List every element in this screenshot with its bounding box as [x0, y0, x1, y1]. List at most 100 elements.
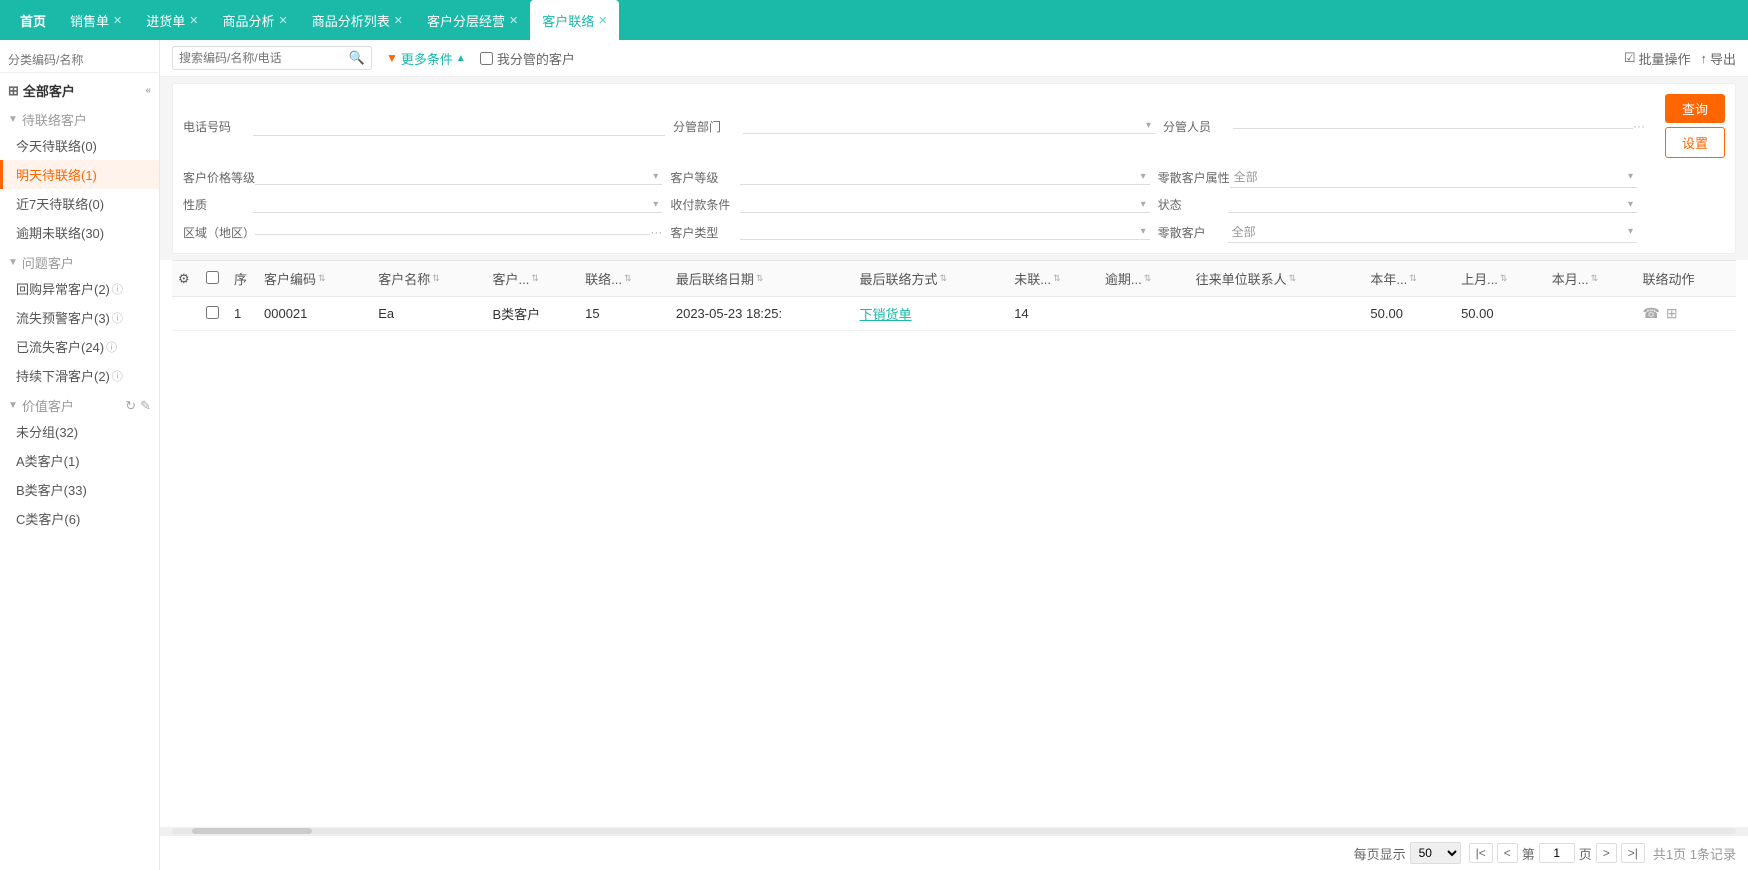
filter-person-select[interactable] [1233, 124, 1633, 129]
grid-icon: ⊞ [8, 83, 19, 99]
th-name[interactable]: 客户名称 ⇅ [372, 261, 486, 297]
edit-icon[interactable]: ✎ [140, 398, 151, 414]
nav-tab-purchase[interactable]: 进货单 ✕ [134, 0, 210, 40]
filter-row-2: 客户价格等级 ▾ 客户等级 ▾ 零散客户属性 全部 [183, 166, 1725, 188]
th-code[interactable]: 客户编码 ⇅ [258, 261, 372, 297]
sidebar-item-7days[interactable]: 近7天待联络(0) [0, 189, 159, 218]
sidebar-item-b-class[interactable]: B类客户(33) [0, 475, 159, 504]
nav-home[interactable]: 首页 [8, 0, 58, 40]
sort-icon-code: ⇅ [318, 273, 326, 284]
chevron-down-icon: ▾ [1141, 171, 1146, 182]
filter-dept-select[interactable]: ▾ [743, 118, 1155, 134]
th-last-date[interactable]: 最后联络日期 ⇅ [670, 261, 854, 297]
chevron-down-icon: ▾ [1141, 226, 1146, 237]
th-this-month[interactable]: 本月... ⇅ [1546, 261, 1637, 297]
nav-tab-sales[interactable]: 销售单 ✕ [58, 0, 134, 40]
reset-button[interactable]: 设置 [1665, 127, 1725, 158]
filter-retail-customer-select[interactable]: 全部 ▾ [1228, 221, 1637, 243]
batch-operation-btn[interactable]: ☑ 批量操作 [1624, 49, 1691, 68]
filter-phone-label: 电话号码 [183, 118, 253, 135]
filter-price-level-select[interactable]: ▾ [255, 169, 662, 185]
filter-retail-attr-select[interactable]: 全部 ▾ [1230, 166, 1637, 188]
search-icon[interactable]: 🔍 [349, 50, 365, 66]
th-action: 联络动作 [1636, 261, 1736, 297]
td-unreached: 14 [1008, 297, 1099, 331]
td-contact-count: 15 [579, 297, 670, 331]
row-checkbox[interactable] [206, 306, 219, 319]
filter-payment-select[interactable]: ▾ [740, 197, 1149, 213]
th-last-month[interactable]: 上月... ⇅ [1455, 261, 1546, 297]
sidebar-item-tomorrow[interactable]: 明天待联络(1) [0, 160, 159, 189]
sidebar-item-ungrouped[interactable]: 未分组(32) [0, 417, 159, 446]
filter-customer-level-select[interactable]: ▾ [740, 169, 1149, 185]
table-area: ⚙ 序 客户编码 ⇅ 客户名称 ⇅ 客户... ⇅ 联络... ⇅ 最后联络日期… [160, 260, 1748, 827]
th-setting[interactable]: ⚙ [172, 261, 200, 297]
filter-customer-type-select[interactable]: ▾ [740, 224, 1149, 240]
scrollbar-thumb[interactable] [192, 828, 312, 834]
nav-close-customer-contact[interactable]: ✕ [598, 14, 607, 27]
filter-customer-type-label: 客户类型 [670, 224, 740, 241]
last-page-btn[interactable]: >| [1621, 843, 1645, 863]
nav-close-customer-tier[interactable]: ✕ [509, 14, 518, 27]
nav-tab-customer-tier[interactable]: 客户分层经营 ✕ [415, 0, 530, 40]
sidebar-item-churn-warning[interactable]: 流失预警客户(3) ⓘ [0, 303, 159, 332]
filter-nature-select[interactable]: ▾ [253, 197, 662, 213]
export-btn[interactable]: ↑ 导出 [1700, 49, 1736, 68]
sidebar-item-declining[interactable]: 持续下滑客户(2) ⓘ [0, 361, 159, 390]
query-button[interactable]: 查询 [1665, 94, 1725, 123]
page-input[interactable] [1539, 843, 1575, 863]
filter-nature: 性质 ▾ [183, 196, 662, 213]
td-last-month: 50.00 [1455, 297, 1546, 331]
filter-more-btn[interactable]: ▼ 更多条件 ▲ [380, 47, 472, 70]
nav-close-purchase[interactable]: ✕ [189, 14, 198, 27]
sidebar-search-input[interactable] [8, 53, 160, 67]
th-contact-count[interactable]: 联络... ⇅ [579, 261, 670, 297]
th-this-year[interactable]: 本年... ⇅ [1364, 261, 1455, 297]
filter-person-label: 分管人员 [1163, 118, 1233, 135]
sidebar-all-customers[interactable]: ⊞ 全部客户 « [0, 77, 159, 104]
nav-tab-analysis[interactable]: 商品分析 ✕ [210, 0, 299, 40]
th-overdue[interactable]: 逾期... ⇅ [1099, 261, 1190, 297]
filter-person: 分管人员 ··· [1163, 118, 1645, 135]
prev-page-btn[interactable]: < [1497, 843, 1518, 863]
nav-tab-analysis-list[interactable]: 商品分析列表 ✕ [300, 0, 415, 40]
th-contact-person[interactable]: 往来单位联系人 ⇅ [1190, 261, 1365, 297]
filter-phone-input[interactable] [253, 117, 665, 136]
data-table: ⚙ 序 客户编码 ⇅ 客户名称 ⇅ 客户... ⇅ 联络... ⇅ 最后联络日期… [172, 260, 1736, 331]
th-unreached[interactable]: 未联... ⇅ [1008, 261, 1099, 297]
filter-retail-attr-label: 零散客户属性 [1158, 169, 1230, 186]
nav-close-sales[interactable]: ✕ [113, 14, 122, 27]
ellipsis-icon[interactable]: ··· [1633, 119, 1645, 133]
refresh-icon[interactable]: ↻ [125, 398, 136, 414]
collapse-icon[interactable]: « [145, 85, 151, 96]
td-last-method[interactable]: 下销货单 [854, 297, 1009, 331]
ellipsis-icon-region[interactable]: ··· [650, 225, 662, 239]
sidebar-item-a-class[interactable]: A类客户(1) [0, 446, 159, 475]
my-customers-checkbox-label[interactable]: 我分管的客户 [480, 49, 575, 68]
th-check[interactable] [200, 261, 228, 297]
th-type[interactable]: 客户... ⇅ [487, 261, 580, 297]
select-all-checkbox[interactable] [206, 271, 219, 284]
filter-customer-level-label: 客户等级 [670, 169, 740, 186]
nav-close-analysis[interactable]: ✕ [279, 14, 288, 27]
th-last-method[interactable]: 最后联络方式 ⇅ [854, 261, 1009, 297]
grid-action-icon[interactable]: ⊞ [1666, 305, 1678, 322]
nav-tab-customer-contact[interactable]: 客户联络 ✕ [530, 0, 619, 40]
first-page-btn[interactable]: |< [1469, 843, 1493, 863]
filter-region-select[interactable] [255, 230, 650, 235]
td-check[interactable] [200, 297, 228, 331]
sidebar-item-churned[interactable]: 已流失客户(24) ⓘ [0, 332, 159, 361]
filter-price-level-label: 客户价格等级 [183, 169, 255, 186]
next-page-btn[interactable]: > [1596, 843, 1617, 863]
search-input[interactable] [179, 51, 349, 65]
sidebar-item-overdue[interactable]: 逾期未联络(30) [0, 218, 159, 247]
filter-status-select[interactable]: ▾ [1228, 197, 1637, 213]
top-nav: 首页 销售单 ✕ 进货单 ✕ 商品分析 ✕ 商品分析列表 ✕ 客户分层经营 ✕ … [0, 0, 1748, 40]
sidebar-item-c-class[interactable]: C类客户(6) [0, 504, 159, 533]
sidebar-item-repurchase-abnormal[interactable]: 回购异常客户(2) ⓘ [0, 274, 159, 303]
phone-icon[interactable]: ☎ [1642, 305, 1659, 322]
my-customers-checkbox[interactable] [480, 52, 493, 65]
sidebar-item-today[interactable]: 今天待联络(0) [0, 131, 159, 160]
nav-close-analysis-list[interactable]: ✕ [394, 14, 403, 27]
per-page-select[interactable]: 50 100 200 [1410, 842, 1461, 864]
